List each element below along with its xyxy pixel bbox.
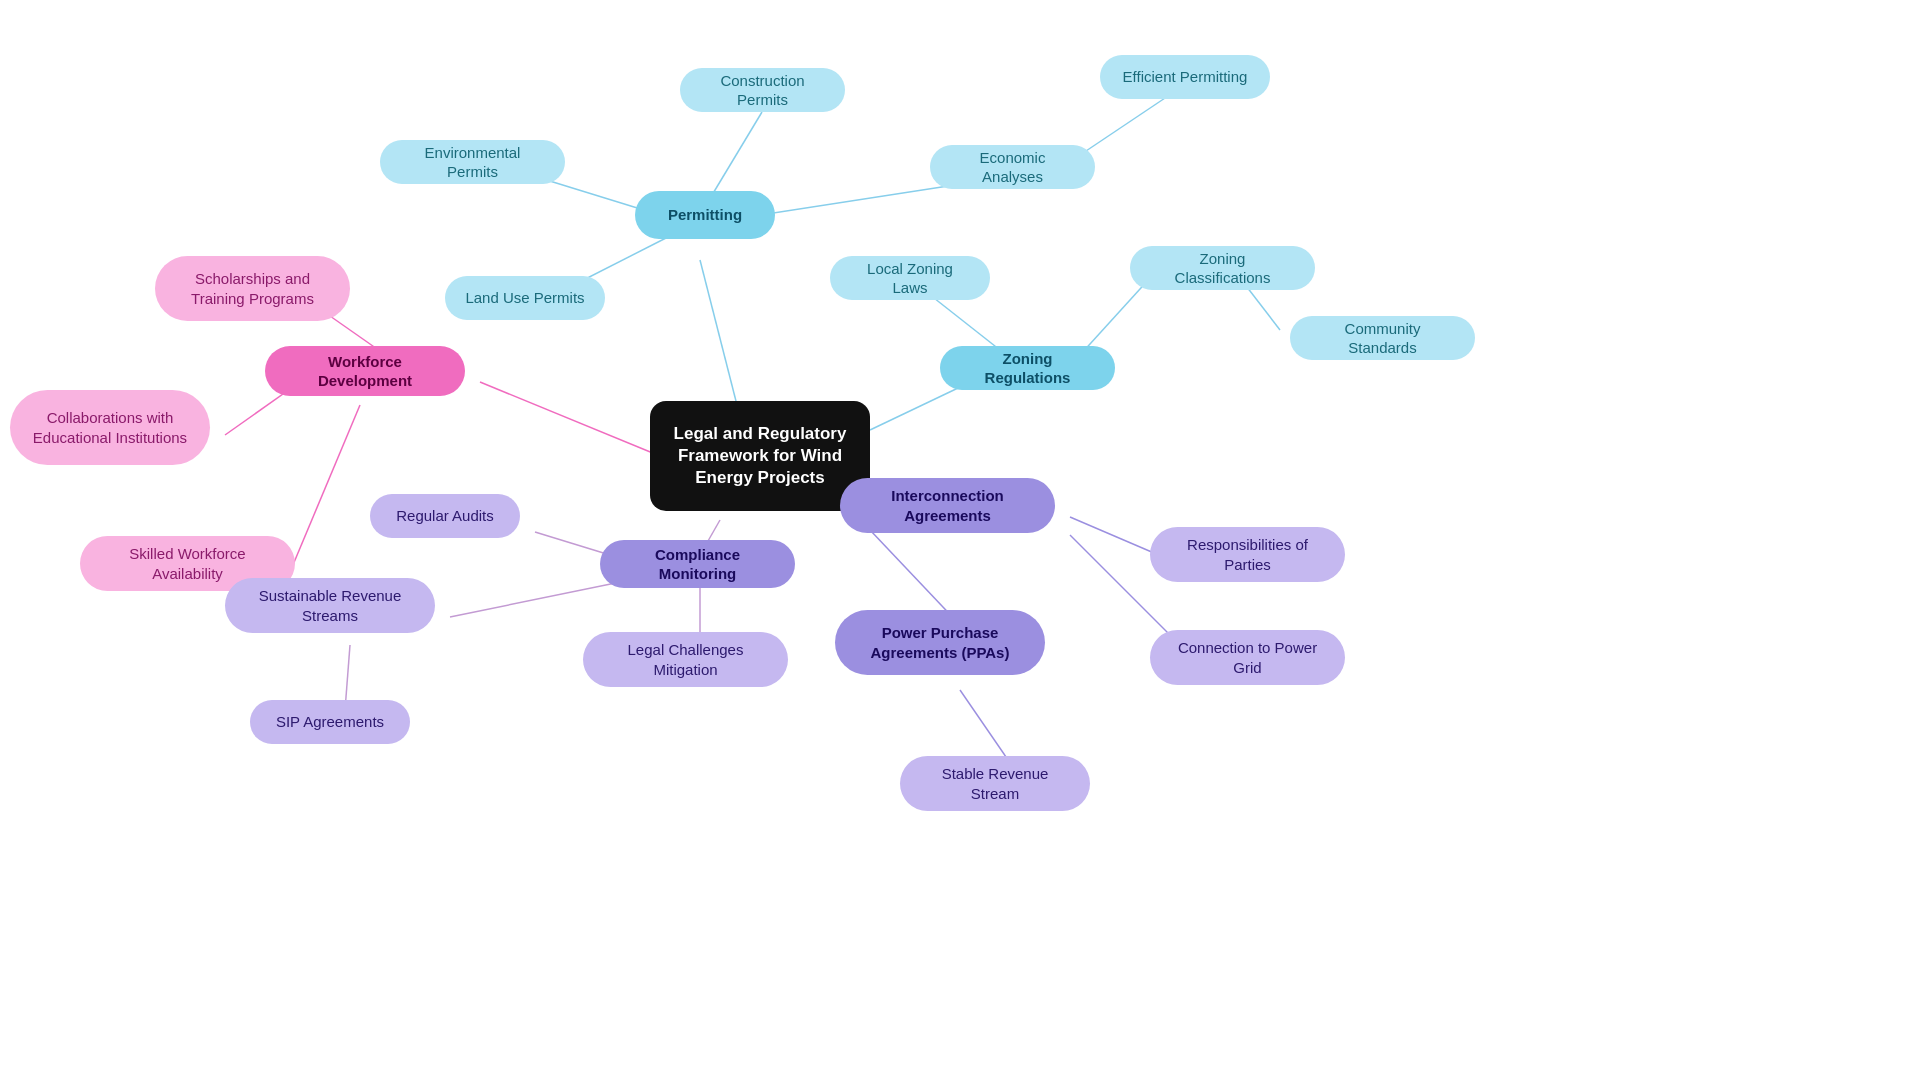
regular-audits-node: Regular Audits [370, 494, 520, 538]
compliance-monitoring-label: Compliance Monitoring [620, 545, 775, 584]
efficient-permitting-label: Efficient Permitting [1123, 67, 1248, 87]
local-zoning-laws-node: Local Zoning Laws [830, 256, 990, 300]
environmental-permits-label: Environmental Permits [400, 143, 545, 182]
construction-permits-node: Construction Permits [680, 68, 845, 112]
collaborations-node: Collaborations with Educational Institut… [10, 390, 210, 465]
economic-analyses-node: Economic Analyses [930, 145, 1095, 189]
construction-permits-label: Construction Permits [700, 71, 825, 110]
community-standards-node: Community Standards [1290, 316, 1475, 360]
land-use-permits-label: Land Use Permits [465, 288, 584, 308]
ppa-label: Power Purchase Agreements (PPAs) [855, 623, 1025, 662]
zoning-classifications-node: Zoning Classifications [1130, 246, 1315, 290]
svg-line-13 [290, 405, 360, 572]
interconnection-node: Interconnection Agreements [840, 478, 1055, 533]
regular-audits-label: Regular Audits [396, 506, 494, 526]
zoning-regulations-label: Zoning Regulations [960, 349, 1095, 388]
connection-grid-node: Connection to Power Grid [1150, 630, 1345, 685]
stable-revenue-label: Stable Revenue Stream [920, 764, 1070, 803]
sip-agreements-label: SIP Agreements [276, 712, 384, 732]
community-standards-label: Community Standards [1310, 319, 1455, 358]
ppa-node: Power Purchase Agreements (PPAs) [835, 610, 1045, 675]
sustainable-revenue-node: Sustainable Revenue Streams [225, 578, 435, 633]
legal-challenges-node: Legal Challenges Mitigation [583, 632, 788, 687]
legal-challenges-label: Legal Challenges Mitigation [603, 640, 768, 679]
permitting-label: Permitting [668, 205, 742, 225]
connection-grid-label: Connection to Power Grid [1170, 638, 1325, 677]
stable-revenue-node: Stable Revenue Stream [900, 756, 1090, 811]
efficient-permitting-node: Efficient Permitting [1100, 55, 1270, 99]
svg-line-15 [535, 532, 610, 555]
zoning-classifications-label: Zoning Classifications [1150, 249, 1295, 288]
compliance-monitoring-node: Compliance Monitoring [600, 540, 795, 588]
scholarships-node: Scholarships and Training Programs [155, 256, 350, 321]
center-node: Legal and Regulatory Framework for Wind … [650, 401, 870, 511]
economic-analyses-label: Economic Analyses [950, 148, 1075, 187]
collaborations-label: Collaborations with Educational Institut… [30, 408, 190, 447]
center-label: Legal and Regulatory Framework for Wind … [670, 423, 850, 489]
svg-line-8 [1080, 278, 1150, 355]
responsibilities-label: Responsibilities of Parties [1170, 535, 1325, 574]
workforce-development-node: Workforce Development [265, 346, 465, 396]
zoning-regulations-node: Zoning Regulations [940, 346, 1115, 390]
local-zoning-laws-label: Local Zoning Laws [850, 259, 970, 298]
permitting-node: Permitting [635, 191, 775, 239]
environmental-permits-node: Environmental Permits [380, 140, 565, 184]
workforce-development-label: Workforce Development [285, 352, 445, 391]
land-use-permits-node: Land Use Permits [445, 276, 605, 320]
svg-line-10 [480, 382, 660, 456]
sip-agreements-node: SIP Agreements [250, 700, 410, 744]
sustainable-revenue-label: Sustainable Revenue Streams [245, 586, 415, 625]
interconnection-label: Interconnection Agreements [860, 486, 1035, 525]
scholarships-label: Scholarships and Training Programs [175, 269, 330, 308]
responsibilities-node: Responsibilities of Parties [1150, 527, 1345, 582]
